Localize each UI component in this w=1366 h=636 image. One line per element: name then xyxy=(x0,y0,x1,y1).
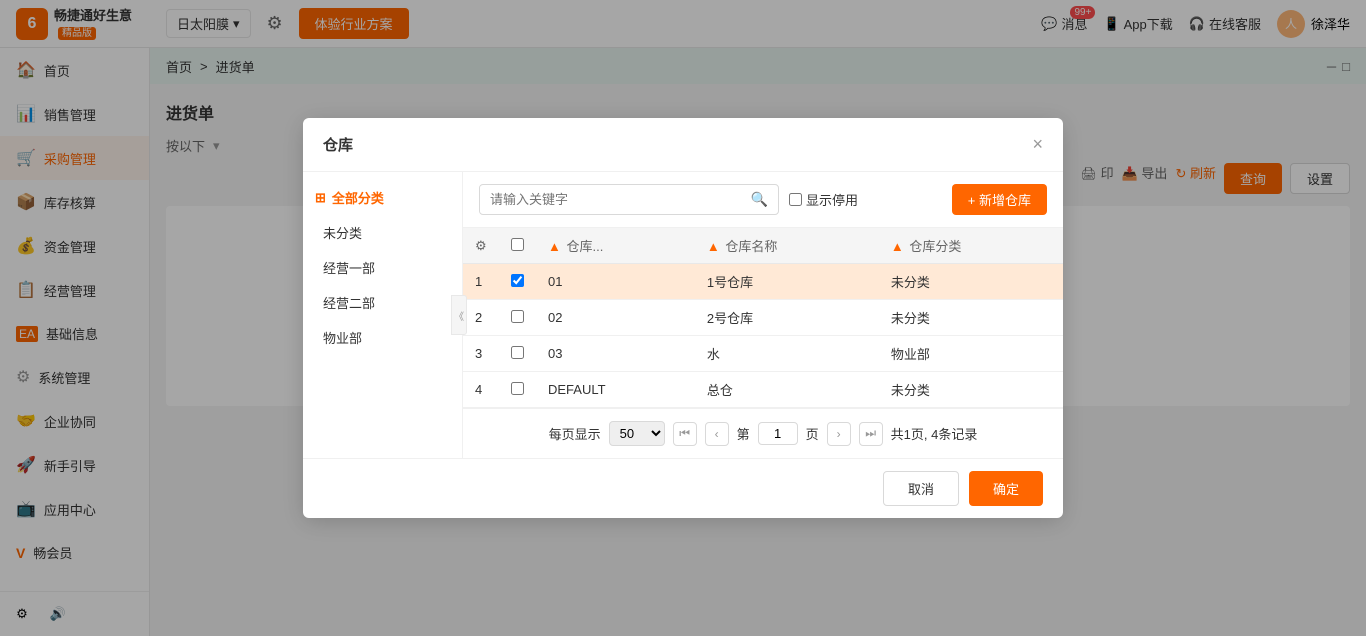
search-input[interactable] xyxy=(480,186,741,213)
select-all-checkbox[interactable] xyxy=(511,238,524,251)
row-num-2: 2 xyxy=(463,300,499,336)
row-name-1: 1号仓库 xyxy=(695,264,879,300)
row-check-4[interactable] xyxy=(499,372,536,408)
add-warehouse-btn[interactable]: + 新增仓库 xyxy=(952,184,1047,215)
row-category-4: 未分类 xyxy=(879,372,1063,408)
row-code-1: 01 xyxy=(536,264,695,300)
col-name: ▲ 仓库名称 xyxy=(695,228,879,264)
row-name-2: 2号仓库 xyxy=(695,300,879,336)
row-code-2: 02 xyxy=(536,300,695,336)
per-page-label: 每页显示 xyxy=(549,424,601,443)
table-body: 1 01 1号仓库 未分类 2 02 2号仓库 xyxy=(463,264,1063,408)
category-label-dept1: 经营一部 xyxy=(323,261,375,276)
table-row[interactable]: 3 03 水 物业部 xyxy=(463,336,1063,372)
row-num-3: 3 xyxy=(463,336,499,372)
category-item-dept2[interactable]: 经营二部 xyxy=(303,285,462,320)
col-checkbox xyxy=(499,228,536,264)
show-disabled-checkbox[interactable]: 显示停用 xyxy=(789,190,858,209)
row-name-4: 总仓 xyxy=(695,372,879,408)
row-category-1: 未分类 xyxy=(879,264,1063,300)
dialog-overlay: 仓库 × ⊞ 全部分类 未分类 经营一部 经营二部 xyxy=(0,0,1366,636)
col-gear: ⚙ xyxy=(463,228,499,264)
dialog-close-btn[interactable]: × xyxy=(1032,134,1043,155)
table-row[interactable]: 4 DEFAULT 总仓 未分类 xyxy=(463,372,1063,408)
cancel-btn[interactable]: 取消 xyxy=(883,471,959,506)
dialog-title: 仓库 xyxy=(323,134,353,155)
category-label-unclassified: 未分类 xyxy=(323,226,362,241)
warehouse-table-container: ⚙ ▲ 仓库... ▲ 仓库名称 xyxy=(463,228,1063,408)
table-row[interactable]: 2 02 2号仓库 未分类 xyxy=(463,300,1063,336)
category-item-unclassified[interactable]: 未分类 xyxy=(303,215,462,250)
dialog-footer: 取消 确定 xyxy=(303,458,1063,518)
table-header: ⚙ ▲ 仓库... ▲ 仓库名称 xyxy=(463,228,1063,264)
search-box: 🔍 xyxy=(479,184,779,215)
category-label-property: 物业部 xyxy=(323,331,362,346)
dialog-body: ⊞ 全部分类 未分类 经营一部 经营二部 物业部 《 xyxy=(303,172,1063,458)
prev-page-btn[interactable]: ‹ xyxy=(705,422,729,446)
page-input[interactable] xyxy=(758,422,798,445)
row-category-2: 未分类 xyxy=(879,300,1063,336)
row-name-3: 水 xyxy=(695,336,879,372)
last-page-btn[interactable]: ⏭ xyxy=(859,422,883,446)
row-code-4: DEFAULT xyxy=(536,372,695,408)
total-info: 共1页, 4条记录 xyxy=(891,424,978,443)
row-code-3: 03 xyxy=(536,336,695,372)
next-page-btn[interactable]: › xyxy=(827,422,851,446)
show-disabled-label: 显示停用 xyxy=(806,190,858,209)
confirm-btn[interactable]: 确定 xyxy=(969,471,1043,506)
row-num-1: 1 xyxy=(463,264,499,300)
warehouse-list-panel: 🔍 显示停用 + 新增仓库 ⚙ xyxy=(463,172,1063,458)
page-label: 第 xyxy=(737,424,750,443)
warehouse-dialog: 仓库 × ⊞ 全部分类 未分类 经营一部 经营二部 xyxy=(303,118,1063,518)
warehouse-table: ⚙ ▲ 仓库... ▲ 仓库名称 xyxy=(463,228,1063,408)
dialog-header: 仓库 × xyxy=(303,118,1063,172)
page-suffix: 页 xyxy=(806,424,819,443)
grid-icon: ⊞ xyxy=(315,190,326,206)
all-category[interactable]: ⊞ 全部分类 xyxy=(303,180,462,215)
row-category-3: 物业部 xyxy=(879,336,1063,372)
category-label-dept2: 经营二部 xyxy=(323,296,375,311)
row-num-4: 4 xyxy=(463,372,499,408)
category-item-property[interactable]: 物业部 xyxy=(303,320,462,355)
row-check-3[interactable] xyxy=(499,336,536,372)
search-btn[interactable]: 🔍 xyxy=(741,185,778,214)
row-check-2[interactable] xyxy=(499,300,536,336)
table-row[interactable]: 1 01 1号仓库 未分类 xyxy=(463,264,1063,300)
all-category-label: 全部分类 xyxy=(332,188,384,207)
pagination: 每页显示 50 20 100 ⏮ ‹ 第 页 › ⏭ 共1页, 4条记录 xyxy=(463,408,1063,458)
collapse-panel-btn[interactable]: 《 xyxy=(451,295,463,335)
warehouse-toolbar: 🔍 显示停用 + 新增仓库 xyxy=(463,172,1063,228)
category-panel: ⊞ 全部分类 未分类 经营一部 经营二部 物业部 《 xyxy=(303,172,463,458)
col-category: ▲ 仓库分类 xyxy=(879,228,1063,264)
page-size-select[interactable]: 50 20 100 xyxy=(609,421,665,446)
col-code: ▲ 仓库... xyxy=(536,228,695,264)
disabled-checkbox-input[interactable] xyxy=(789,193,802,206)
first-page-btn[interactable]: ⏮ xyxy=(673,422,697,446)
row-check-1[interactable] xyxy=(499,264,536,300)
category-item-dept1[interactable]: 经营一部 xyxy=(303,250,462,285)
